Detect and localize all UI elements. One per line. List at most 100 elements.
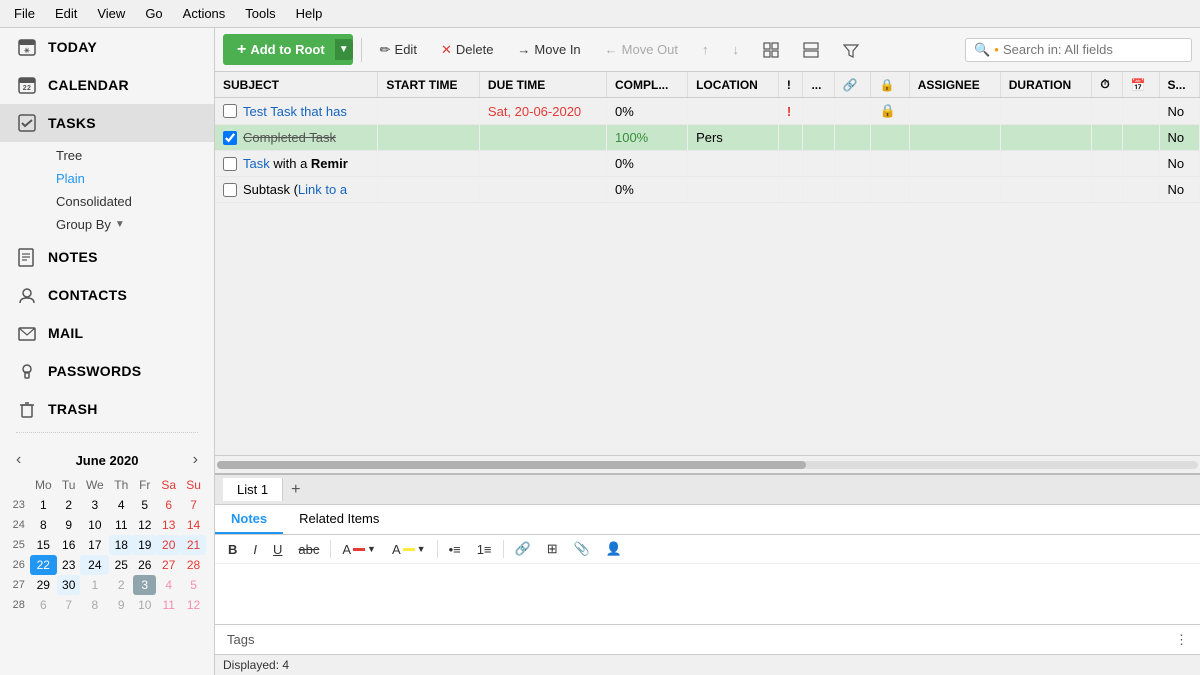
search-box[interactable]: 🔍 ● (965, 38, 1192, 62)
menu-help[interactable]: Help (286, 2, 333, 25)
col-location[interactable]: LOCATION (688, 72, 779, 98)
task-checkbox[interactable] (223, 104, 237, 118)
task-name-link[interactable]: Link to a (298, 182, 347, 197)
cal-prev[interactable]: ‹ (10, 449, 27, 471)
format-highlight-color[interactable]: A ▼ (387, 540, 431, 559)
cal-day[interactable]: 10 (80, 515, 109, 535)
task-name-link[interactable]: Task (243, 156, 270, 171)
format-attach[interactable]: 📎 (569, 539, 595, 559)
cal-day[interactable]: 2 (57, 495, 80, 515)
move-out-button[interactable]: ← Move Out (595, 37, 688, 62)
task-table-wrapper[interactable]: SUBJECT START TIME DUE TIME COMPL... LOC… (215, 72, 1200, 455)
cal-day[interactable]: 8 (30, 515, 57, 535)
col-subject[interactable]: SUBJECT (215, 72, 378, 98)
task-name-link[interactable]: Test Task that has (243, 104, 347, 119)
sidebar-item-passwords[interactable]: PASSWORDS (0, 352, 214, 390)
format-bold[interactable]: B (223, 540, 242, 559)
sidebar-item-tasks[interactable]: TASKS (0, 104, 214, 142)
menu-actions[interactable]: Actions (173, 2, 236, 25)
cal-day[interactable]: 6 (156, 495, 181, 515)
move-up-button[interactable]: ↑ (692, 37, 719, 62)
cal-day[interactable]: 3 (133, 575, 156, 595)
cal-day[interactable]: 26 (133, 555, 156, 575)
format-font-color[interactable]: A ▼ (337, 540, 381, 559)
cal-day[interactable]: 4 (109, 495, 133, 515)
tab-notes[interactable]: Notes (215, 505, 283, 534)
col-lock[interactable]: 🔒 (871, 72, 909, 98)
cal-day[interactable]: 21 (181, 535, 206, 555)
cal-day[interactable]: 5 (133, 495, 156, 515)
menu-file[interactable]: File (4, 2, 45, 25)
cal-day[interactable]: 6 (30, 595, 57, 615)
cal-day[interactable]: 4 (156, 575, 181, 595)
cal-day[interactable]: 7 (57, 595, 80, 615)
col-timer[interactable]: ⏱ (1092, 72, 1122, 98)
list-tab-1[interactable]: List 1 (223, 478, 283, 501)
cal-day[interactable]: 12 (181, 595, 206, 615)
col-completion[interactable]: COMPL... (606, 72, 687, 98)
sub-item-plain[interactable]: Plain (48, 167, 214, 190)
cal-day[interactable]: 18 (109, 535, 133, 555)
cal-next[interactable]: › (187, 449, 204, 471)
cal-day[interactable]: 8 (80, 595, 109, 615)
cal-day[interactable]: 10 (133, 595, 156, 615)
sidebar-item-mail[interactable]: MAIL (0, 314, 214, 352)
menu-view[interactable]: View (87, 2, 135, 25)
sidebar-item-calendar[interactable]: 22 CALENDAR (0, 66, 214, 104)
add-list-tab[interactable]: + (283, 477, 308, 503)
task-checkbox[interactable] (223, 183, 237, 197)
col-more[interactable]: ... (803, 72, 834, 98)
menu-tools[interactable]: Tools (235, 2, 285, 25)
table-row[interactable]: Subtask (Link to a 0% (215, 177, 1200, 203)
menu-edit[interactable]: Edit (45, 2, 87, 25)
table-row[interactable]: Test Task that has Sat, 20-06-2020 0% ! … (215, 98, 1200, 125)
tab-related-items[interactable]: Related Items (283, 505, 395, 534)
format-numbered[interactable]: 1≡ (472, 540, 497, 559)
format-contact[interactable]: 👤 (601, 539, 627, 559)
format-italic[interactable]: I (248, 540, 262, 559)
cal-day[interactable]: 1 (80, 575, 109, 595)
cal-day[interactable]: 29 (30, 575, 57, 595)
cal-day[interactable]: 25 (109, 555, 133, 575)
cal-day[interactable]: 30 (57, 575, 80, 595)
format-bullet[interactable]: •≡ (444, 540, 466, 559)
cal-day[interactable]: 24 (80, 555, 109, 575)
move-in-button[interactable]: → Move In (507, 37, 590, 62)
col-priority[interactable]: ! (778, 72, 803, 98)
cal-day[interactable]: 14 (181, 515, 206, 535)
cal-day[interactable]: 15 (30, 535, 57, 555)
col-assignee[interactable]: ASSIGNEE (909, 72, 1000, 98)
cal-day[interactable]: 19 (133, 535, 156, 555)
format-underline[interactable]: U (268, 540, 287, 559)
cal-day[interactable]: 17 (80, 535, 109, 555)
table-row[interactable]: Completed Task 100% Pers (215, 125, 1200, 151)
sidebar-item-notes[interactable]: NOTES (0, 238, 214, 276)
menu-go[interactable]: Go (135, 2, 172, 25)
cal-day-today[interactable]: 22 (30, 555, 57, 575)
cal-day[interactable]: 1 (30, 495, 57, 515)
cal-day[interactable]: 13 (156, 515, 181, 535)
cal-day[interactable]: 9 (57, 515, 80, 535)
table-row[interactable]: Task with a Remir 0% (215, 151, 1200, 177)
edit-button[interactable]: ✏ Edit (370, 37, 427, 63)
dropdown-arrow-icon[interactable]: ▼ (335, 39, 353, 60)
cal-day[interactable]: 5 (181, 575, 206, 595)
cal-day[interactable]: 11 (109, 515, 133, 535)
cal-day[interactable]: 2 (109, 575, 133, 595)
cal-day[interactable]: 9 (109, 595, 133, 615)
filter-button[interactable] (833, 37, 869, 63)
col-status[interactable]: S... (1159, 72, 1199, 98)
format-link[interactable]: 🔗 (510, 539, 536, 559)
cal-day[interactable]: 11 (156, 595, 181, 615)
col-duration[interactable]: DURATION (1000, 72, 1092, 98)
sub-item-consolidated[interactable]: Consolidated (48, 190, 214, 213)
cal-day[interactable]: 3 (80, 495, 109, 515)
col-start-time[interactable]: START TIME (378, 72, 480, 98)
col-due-time[interactable]: DUE TIME (479, 72, 606, 98)
col-date[interactable]: 📅 (1122, 72, 1159, 98)
sub-item-tree[interactable]: Tree (48, 144, 214, 167)
sidebar-item-contacts[interactable]: CONTACTS (0, 276, 214, 314)
view-btn-1[interactable] (753, 37, 789, 63)
cal-day[interactable]: 28 (181, 555, 206, 575)
cal-day[interactable]: 16 (57, 535, 80, 555)
